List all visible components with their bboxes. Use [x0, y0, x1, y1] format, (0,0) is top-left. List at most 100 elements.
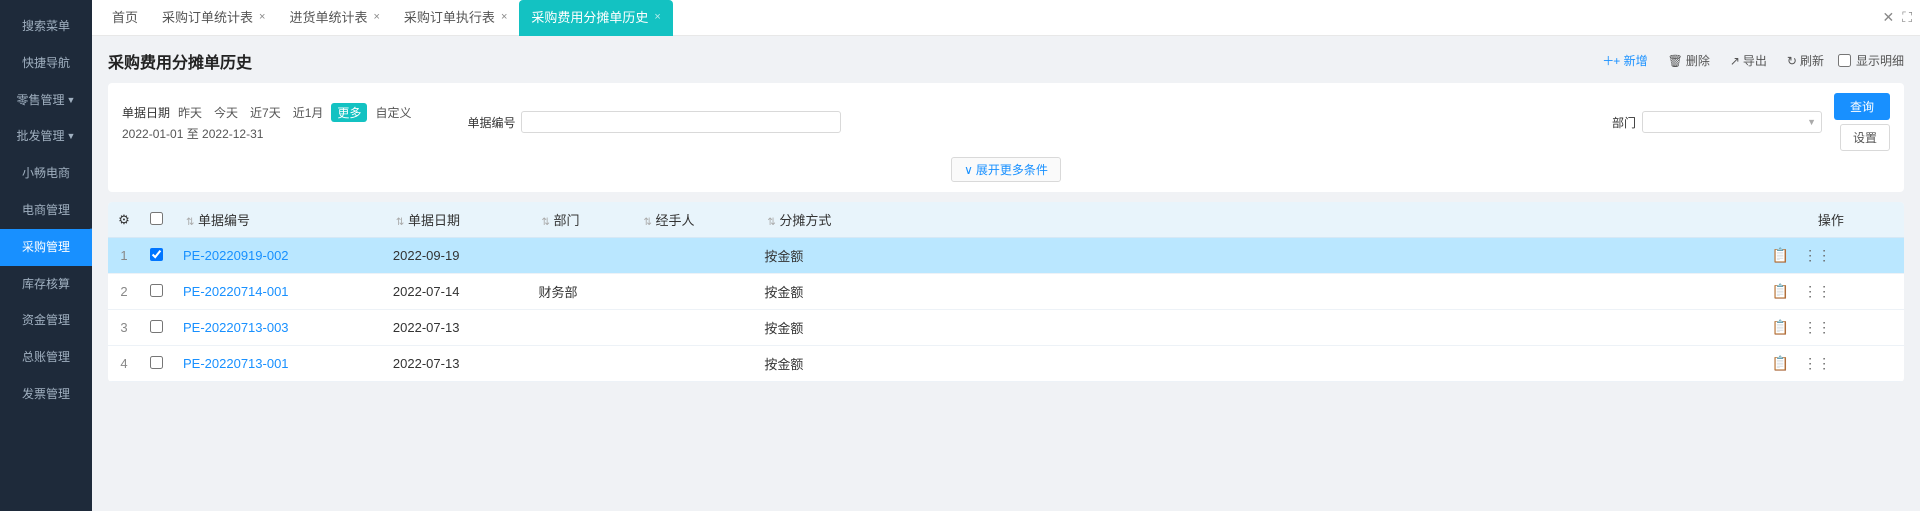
- table-row: 2 PE-20220714-001 2022-07-14 财务部 按金额 📋 ⋮…: [108, 274, 1904, 310]
- chevron-down-icon: ∨: [964, 163, 973, 177]
- refresh-button[interactable]: ↻ 刷新: [1781, 48, 1830, 73]
- sidebar-item-invoice[interactable]: 发票管理: [0, 376, 92, 413]
- row-checkbox[interactable]: [150, 320, 163, 333]
- view-action-icon[interactable]: 📋: [1768, 245, 1793, 266]
- more-action-icon[interactable]: ⋮⋮: [1799, 353, 1835, 374]
- doc-no-link[interactable]: PE-20220713-003: [183, 320, 289, 335]
- expand-more-button[interactable]: ∨ 展开更多条件: [951, 157, 1061, 182]
- row-checkbox[interactable]: [150, 248, 163, 261]
- doc-no-label: 单据编号: [467, 114, 515, 131]
- settings-button[interactable]: 设置: [1840, 124, 1890, 151]
- settings-icon: ⚙: [118, 212, 130, 227]
- sidebar-item-wholesale[interactable]: 批发管理 ▼: [0, 118, 92, 155]
- row-split-method: 按金额: [754, 238, 1757, 274]
- date-btn-1month[interactable]: 近1月: [289, 103, 328, 122]
- sidebar-item-quick[interactable]: 快捷导航: [0, 45, 92, 82]
- doc-no-filter-group: 单据编号: [467, 111, 841, 133]
- col-split-method: ⇅ 分摊方式: [754, 202, 1757, 238]
- row-dept: [528, 238, 630, 274]
- show-columns-toggle[interactable]: 显示明细: [1838, 52, 1904, 69]
- filter-row: 单据日期 昨天 今天 近7天 近1月 更多 自定义 2022-01-01 至 2…: [122, 93, 1890, 151]
- tab-home[interactable]: 首页: [100, 0, 150, 36]
- view-action-icon[interactable]: 📋: [1768, 353, 1793, 374]
- sidebar-item-ledger[interactable]: 总账管理: [0, 339, 92, 376]
- row-doc-no: PE-20220919-002: [173, 238, 383, 274]
- date-btn-7days[interactable]: 近7天: [246, 103, 285, 122]
- sidebar-item-finance[interactable]: 资金管理: [0, 302, 92, 339]
- doc-no-link[interactable]: PE-20220714-001: [183, 284, 289, 299]
- row-dept: [528, 346, 630, 382]
- row-settings-col: 1: [108, 238, 140, 274]
- chevron-down-icon: ▼: [67, 130, 76, 143]
- row-settings-col: 4: [108, 346, 140, 382]
- table-row: 4 PE-20220713-001 2022-07-13 按金额 📋 ⋮⋮: [108, 346, 1904, 382]
- dept-filter-group: 部门 财务部: [1612, 111, 1822, 133]
- sidebar-item-mobile[interactable]: 小畅电商: [0, 155, 92, 192]
- select-all-checkbox[interactable]: [150, 212, 163, 225]
- maximize-icon[interactable]: ⛶: [1902, 9, 1912, 26]
- sidebar-item-search[interactable]: 搜索菜单: [0, 8, 92, 45]
- more-action-icon[interactable]: ⋮⋮: [1799, 317, 1835, 338]
- tab-bar: 首页 采购订单统计表 × 进货单统计表 × 采购订单执行表 × 采购费用分摊单历…: [92, 0, 1920, 36]
- page-content: 采购费用分摊单历史 ＋ + 新增 🗑 删除 ↗ 导出 ↻ 刷新: [92, 36, 1920, 511]
- tab-purchase-order-exec[interactable]: 采购订单执行表 ×: [392, 0, 519, 36]
- row-doc-date: 2022-09-19: [383, 238, 529, 274]
- row-checkbox-col: [140, 346, 173, 382]
- close-tab-inbound-stats[interactable]: ×: [373, 11, 379, 23]
- sort-split-icon: ⇅: [767, 217, 775, 228]
- row-actions: 📋 ⋮⋮: [1758, 346, 1904, 382]
- delete-icon: 🗑: [1668, 54, 1683, 68]
- doc-no-input[interactable]: [521, 111, 841, 133]
- query-set-group: 查询 设置: [1834, 93, 1890, 151]
- dept-select[interactable]: 财务部: [1642, 111, 1822, 133]
- close-all-tabs-icon[interactable]: ✕: [1882, 9, 1894, 26]
- view-action-icon[interactable]: 📋: [1768, 281, 1793, 302]
- date-btn-today[interactable]: 今天: [210, 103, 242, 122]
- page-title: 采购费用分摊单历史: [108, 49, 252, 73]
- row-checkbox[interactable]: [150, 284, 163, 297]
- delete-button[interactable]: 🗑 删除: [1662, 48, 1716, 73]
- sidebar-item-inventory[interactable]: 库存核算: [0, 266, 92, 303]
- date-btn-custom[interactable]: 自定义: [371, 103, 415, 122]
- sidebar: 搜索菜单 快捷导航 零售管理 ▼ 批发管理 ▼ 小畅电商 电商管理 采购管理 库…: [0, 0, 92, 511]
- sidebar-item-purchase[interactable]: 采购管理: [0, 229, 92, 266]
- date-filter-label: 单据日期: [122, 104, 170, 121]
- close-tab-purchase-order-stats[interactable]: ×: [259, 11, 265, 23]
- tab-purchase-order-stats[interactable]: 采购订单统计表 ×: [150, 0, 277, 36]
- row-dept: [528, 310, 630, 346]
- sort-doc-date-icon: ⇅: [396, 217, 404, 228]
- col-dept: ⇅ 部门: [528, 202, 630, 238]
- more-action-icon[interactable]: ⋮⋮: [1799, 245, 1835, 266]
- row-checkbox-col: [140, 274, 173, 310]
- close-tab-purchase-cost-history[interactable]: ×: [654, 11, 660, 23]
- query-button[interactable]: 查询: [1834, 93, 1890, 120]
- row-settings-col: 3: [108, 310, 140, 346]
- data-table: ⚙ ⇅ 单据编号 ⇅ 单据日期: [108, 202, 1904, 382]
- row-doc-no: PE-20220713-001: [173, 346, 383, 382]
- show-columns-checkbox[interactable]: [1838, 54, 1851, 67]
- view-action-icon[interactable]: 📋: [1768, 317, 1793, 338]
- date-btn-yesterday[interactable]: 昨天: [174, 103, 206, 122]
- date-btn-more[interactable]: 更多: [331, 103, 367, 122]
- more-action-icon[interactable]: ⋮⋮: [1799, 281, 1835, 302]
- row-actions: 📋 ⋮⋮: [1758, 238, 1904, 274]
- close-tab-purchase-order-exec[interactable]: ×: [501, 11, 507, 23]
- col-settings[interactable]: ⚙: [108, 202, 140, 238]
- row-handler: [631, 274, 755, 310]
- tab-inbound-stats[interactable]: 进货单统计表 ×: [277, 0, 391, 36]
- row-doc-date: 2022-07-13: [383, 310, 529, 346]
- doc-no-link[interactable]: PE-20220919-002: [183, 248, 289, 263]
- row-split-method: 按金额: [754, 274, 1757, 310]
- sidebar-item-ecom[interactable]: 电商管理: [0, 192, 92, 229]
- tab-purchase-cost-history[interactable]: 采购费用分摊单历史 ×: [519, 0, 672, 36]
- export-button[interactable]: ↗ 导出: [1724, 48, 1773, 73]
- row-actions: 📋 ⋮⋮: [1758, 274, 1904, 310]
- sidebar-item-retail[interactable]: 零售管理 ▼: [0, 82, 92, 119]
- row-checkbox[interactable]: [150, 356, 163, 369]
- doc-no-link[interactable]: PE-20220713-001: [183, 356, 289, 371]
- dept-select-wrapper: 财务部: [1642, 111, 1822, 133]
- col-doc-no: ⇅ 单据编号: [173, 202, 383, 238]
- add-button[interactable]: ＋ + 新增: [1596, 48, 1653, 73]
- table-row: 1 PE-20220919-002 2022-09-19 按金额 📋 ⋮⋮: [108, 238, 1904, 274]
- refresh-icon: ↻: [1787, 54, 1797, 68]
